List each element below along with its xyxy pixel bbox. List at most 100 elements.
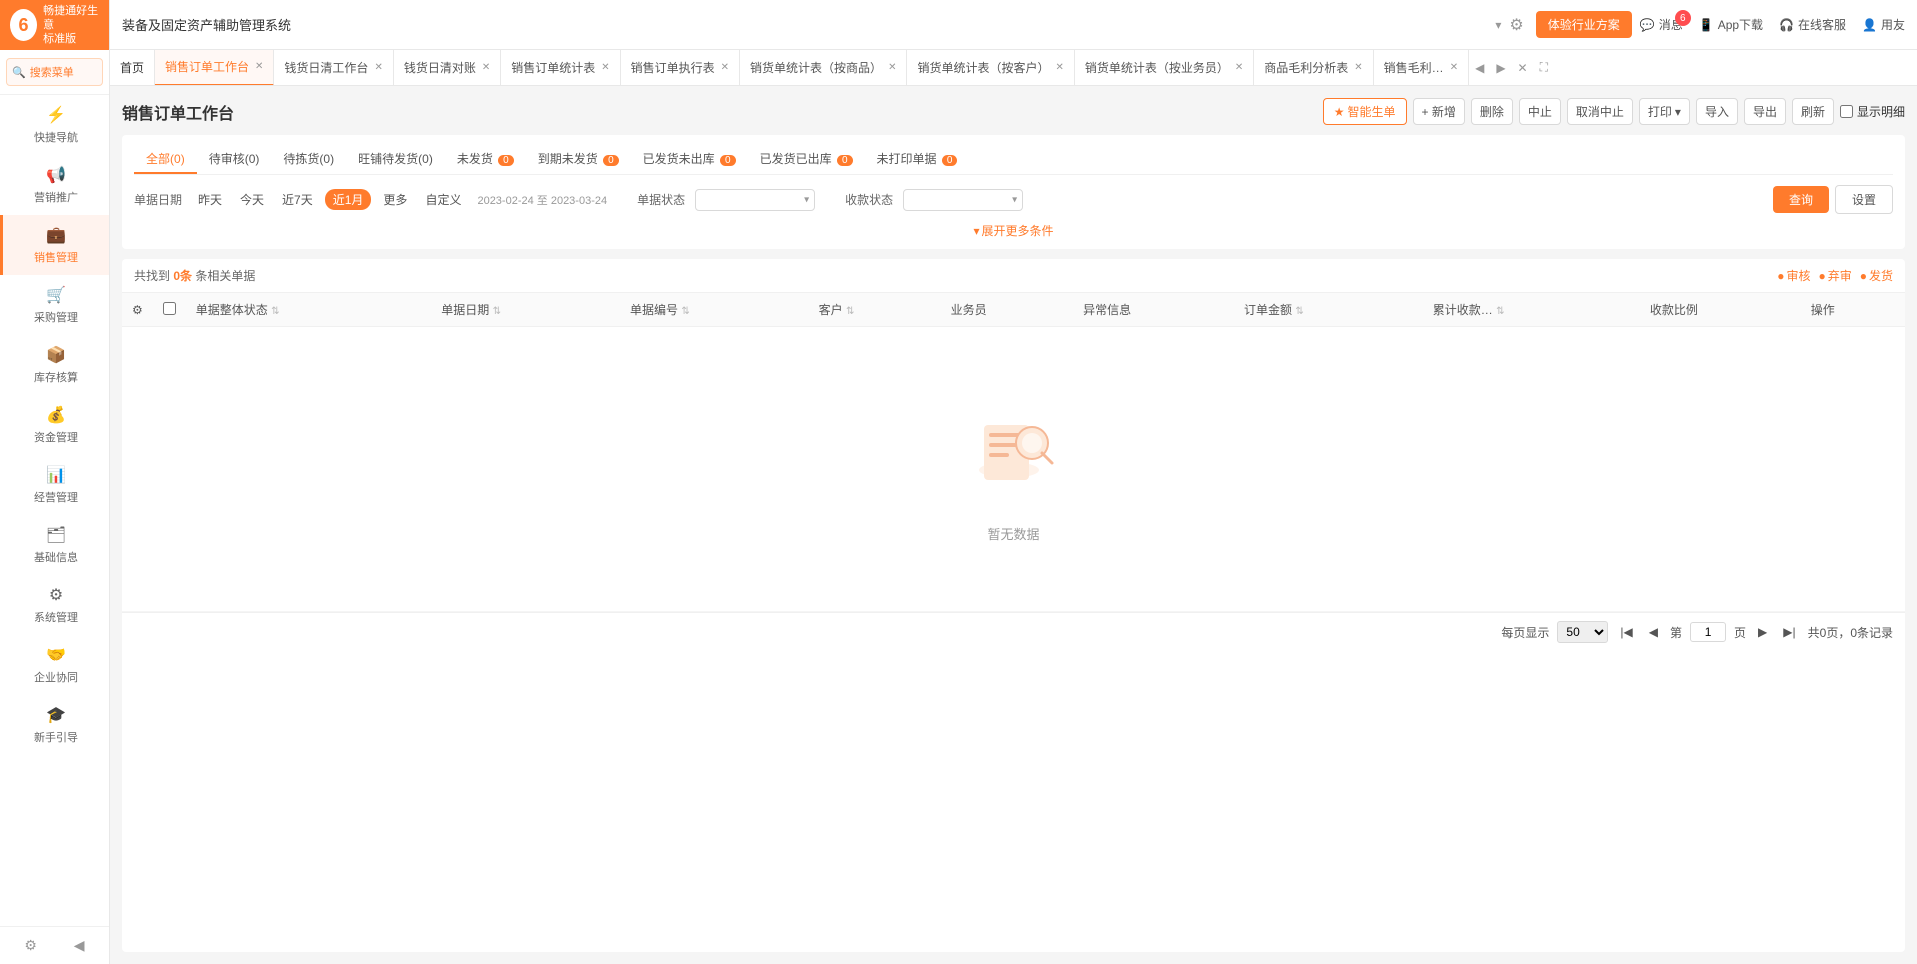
import-button[interactable]: 导入 xyxy=(1696,98,1738,125)
filter-tab-pending-review[interactable]: 待审核(0) xyxy=(197,145,272,174)
date-yesterday[interactable]: 昨天 xyxy=(192,189,228,210)
date-more[interactable]: 更多 xyxy=(377,189,413,210)
tab-close-sales-stat4[interactable]: ✕ xyxy=(1055,62,1063,73)
filter-tab-pending-inspect[interactable]: 待拣货(0) xyxy=(271,145,346,174)
expand-conditions[interactable]: ▾ 展开更多条件 xyxy=(973,222,1053,239)
message-btn[interactable]: 💬 消息 6 xyxy=(1640,16,1683,33)
tab-close-sales-stat5[interactable]: ✕ xyxy=(1235,62,1243,73)
tab-sales-stat5[interactable]: 销货单统计表（按业务员） ✕ xyxy=(1075,50,1254,86)
user-btn[interactable]: 👤 用友 xyxy=(1862,16,1905,33)
tab-expand[interactable]: ⛶ xyxy=(1534,50,1554,86)
page-next-btn[interactable]: ▶ xyxy=(1754,623,1771,641)
cancel-review-action-btn[interactable]: ● 弃审 xyxy=(1818,267,1851,284)
tab-sales-stat4[interactable]: 销货单统计表（按客户） ✕ xyxy=(907,50,1074,86)
header-dropdown-icon[interactable]: ▾ xyxy=(1495,18,1501,32)
payment-select[interactable] xyxy=(903,189,1023,211)
sort-icon-amount[interactable]: ⇅ xyxy=(1295,306,1303,317)
query-button[interactable]: 查询 xyxy=(1773,186,1829,213)
sidebar-item-operations[interactable]: 📊 经营管理 xyxy=(0,455,109,515)
smart-create-button[interactable]: ★ 智能生单 xyxy=(1323,98,1407,125)
sort-icon-collected[interactable]: ⇅ xyxy=(1496,306,1504,317)
filter-row: 单据日期 昨天 今天 近7天 近1月 更多 自定义 2023-02-24 至 2… xyxy=(134,185,1893,214)
search-menu-button[interactable]: 🔍 搜索菜单 xyxy=(6,58,103,86)
export-button[interactable]: 导出 xyxy=(1744,98,1786,125)
date-today[interactable]: 今天 xyxy=(234,189,270,210)
select-all-checkbox[interactable] xyxy=(163,302,176,315)
tab-cash-daily[interactable]: 钱货日清工作台 ✕ xyxy=(274,50,393,86)
sidebar-settings-button[interactable]: ⚙ xyxy=(24,937,37,954)
sidebar-item-inventory[interactable]: 📦 库存核算 xyxy=(0,335,109,395)
col-exception: 异常信息 xyxy=(1073,293,1234,327)
sort-icon-number[interactable]: ⇅ xyxy=(681,306,689,317)
col-settings[interactable]: ⚙ xyxy=(122,293,153,327)
sort-icon-date[interactable]: ⇅ xyxy=(493,306,501,317)
tab-close-sales-stat3[interactable]: ✕ xyxy=(888,62,896,73)
header-settings-icon[interactable]: ⚙ xyxy=(1509,15,1523,35)
sidebar-search[interactable]: 🔍 搜索菜单 xyxy=(0,50,109,95)
show-detail-checkbox-label[interactable]: 显示明细 xyxy=(1840,103,1905,120)
sidebar-item-finance[interactable]: 💰 资金管理 xyxy=(0,395,109,455)
pause-button[interactable]: 中止 xyxy=(1519,98,1561,125)
add-button[interactable]: + 新增 xyxy=(1413,98,1465,125)
tab-close-sales-more[interactable]: ✕ xyxy=(1450,62,1458,73)
filter-tab-all[interactable]: 全部(0) xyxy=(134,145,197,174)
tab-sales-workbench[interactable]: 销售订单工作台 ✕ xyxy=(155,50,274,86)
filter-tab-not-shipped[interactable]: 未发货 0 xyxy=(445,145,526,174)
page-last-btn[interactable]: ▶| xyxy=(1779,623,1799,641)
sidebar-item-purchase[interactable]: 🛒 采购管理 xyxy=(0,275,109,335)
filter-tab-wangpu[interactable]: 旺铺待发货(0) xyxy=(346,145,445,174)
tab-close-sales-stat2[interactable]: ✕ xyxy=(721,62,729,73)
tab-nav-next[interactable]: ▶ xyxy=(1490,50,1511,86)
tab-close-sales-stat1[interactable]: ✕ xyxy=(601,62,609,73)
tab-close-sales-stat6[interactable]: ✕ xyxy=(1354,62,1362,73)
tab-close-cash-reconcile[interactable]: ✕ xyxy=(482,62,490,73)
page-size-select[interactable]: 10 20 50 100 xyxy=(1557,621,1608,643)
sort-icon[interactable]: ⇅ xyxy=(271,306,279,317)
print-button[interactable]: 打印 ▾ xyxy=(1639,98,1690,125)
sidebar-item-base-info[interactable]: 🗂 基础信息 xyxy=(0,515,109,575)
tab-close-all[interactable]: ✕ xyxy=(1512,50,1534,86)
sidebar-item-quick-nav[interactable]: ⚡ 快捷导航 xyxy=(0,95,109,155)
tab-close-sales-workbench[interactable]: ✕ xyxy=(255,61,263,72)
date-last1m[interactable]: 近1月 xyxy=(325,189,372,210)
page-first-btn[interactable]: |◀ xyxy=(1616,623,1636,641)
filter-tab-not-printed[interactable]: 未打印单据 0 xyxy=(865,145,970,174)
tab-sales-stat1[interactable]: 销售订单统计表 ✕ xyxy=(501,50,620,86)
app-download-btn[interactable]: 📱 App下载 xyxy=(1699,16,1763,33)
status-select[interactable] xyxy=(695,189,815,211)
cancel-pause-button[interactable]: 取消中止 xyxy=(1567,98,1633,125)
ship-action-btn[interactable]: ● 发货 xyxy=(1860,267,1893,284)
filter-tab-overdue[interactable]: 到期未发货 0 xyxy=(526,145,631,174)
sidebar-item-enterprise[interactable]: 🤝 企业协同 xyxy=(0,635,109,695)
col-check[interactable] xyxy=(153,293,186,327)
delete-button[interactable]: 删除 xyxy=(1471,98,1513,125)
industry-btn[interactable]: 体验行业方案 xyxy=(1536,11,1632,38)
date-last7[interactable]: 近7天 xyxy=(276,189,319,210)
tab-sales-more[interactable]: 销售毛利… ✕ xyxy=(1374,50,1469,86)
tab-close-cash-daily[interactable]: ✕ xyxy=(374,62,382,73)
top-header: 装备及固定资产辅助管理系统 ▾ ⚙ 体验行业方案 💬 消息 6 📱 App下载 … xyxy=(110,0,1917,50)
sidebar-item-sales[interactable]: 💼 销售管理 xyxy=(0,215,109,275)
sidebar-item-newbie[interactable]: 🎓 新手引导 xyxy=(0,695,109,755)
sidebar-collapse-button[interactable]: ◀ xyxy=(74,937,85,954)
date-custom[interactable]: 自定义 xyxy=(419,189,467,210)
page-number-input[interactable] xyxy=(1690,622,1726,642)
empty-icon xyxy=(964,395,1064,514)
sidebar-item-marketing[interactable]: 📢 营销推广 xyxy=(0,155,109,215)
online-service-btn[interactable]: 🎧 在线客服 xyxy=(1779,16,1846,33)
show-detail-checkbox[interactable] xyxy=(1840,105,1853,118)
tab-nav-prev[interactable]: ◀ xyxy=(1469,50,1490,86)
tab-home[interactable]: 首页 xyxy=(110,50,155,86)
sidebar-item-system[interactable]: ⚙ 系统管理 xyxy=(0,575,109,635)
tab-sales-stat2[interactable]: 销售订单执行表 ✕ xyxy=(621,50,740,86)
refresh-button[interactable]: 刷新 xyxy=(1792,98,1834,125)
sort-icon-customer[interactable]: ⇅ xyxy=(846,306,854,317)
filter-tab-shipped-not-warehoused[interactable]: 已发货未出库 0 xyxy=(631,145,748,174)
review-action-btn[interactable]: ● 审核 xyxy=(1777,267,1810,284)
tab-cash-reconcile[interactable]: 钱货日清对账 ✕ xyxy=(394,50,501,86)
page-prev-btn[interactable]: ◀ xyxy=(1645,623,1662,641)
tab-sales-stat3[interactable]: 销货单统计表（按商品） ✕ xyxy=(740,50,907,86)
tab-sales-stat6[interactable]: 商品毛利分析表 ✕ xyxy=(1254,50,1373,86)
set-button[interactable]: 设置 xyxy=(1835,185,1893,214)
filter-tab-shipped-warehoused[interactable]: 已发货已出库 0 xyxy=(748,145,865,174)
